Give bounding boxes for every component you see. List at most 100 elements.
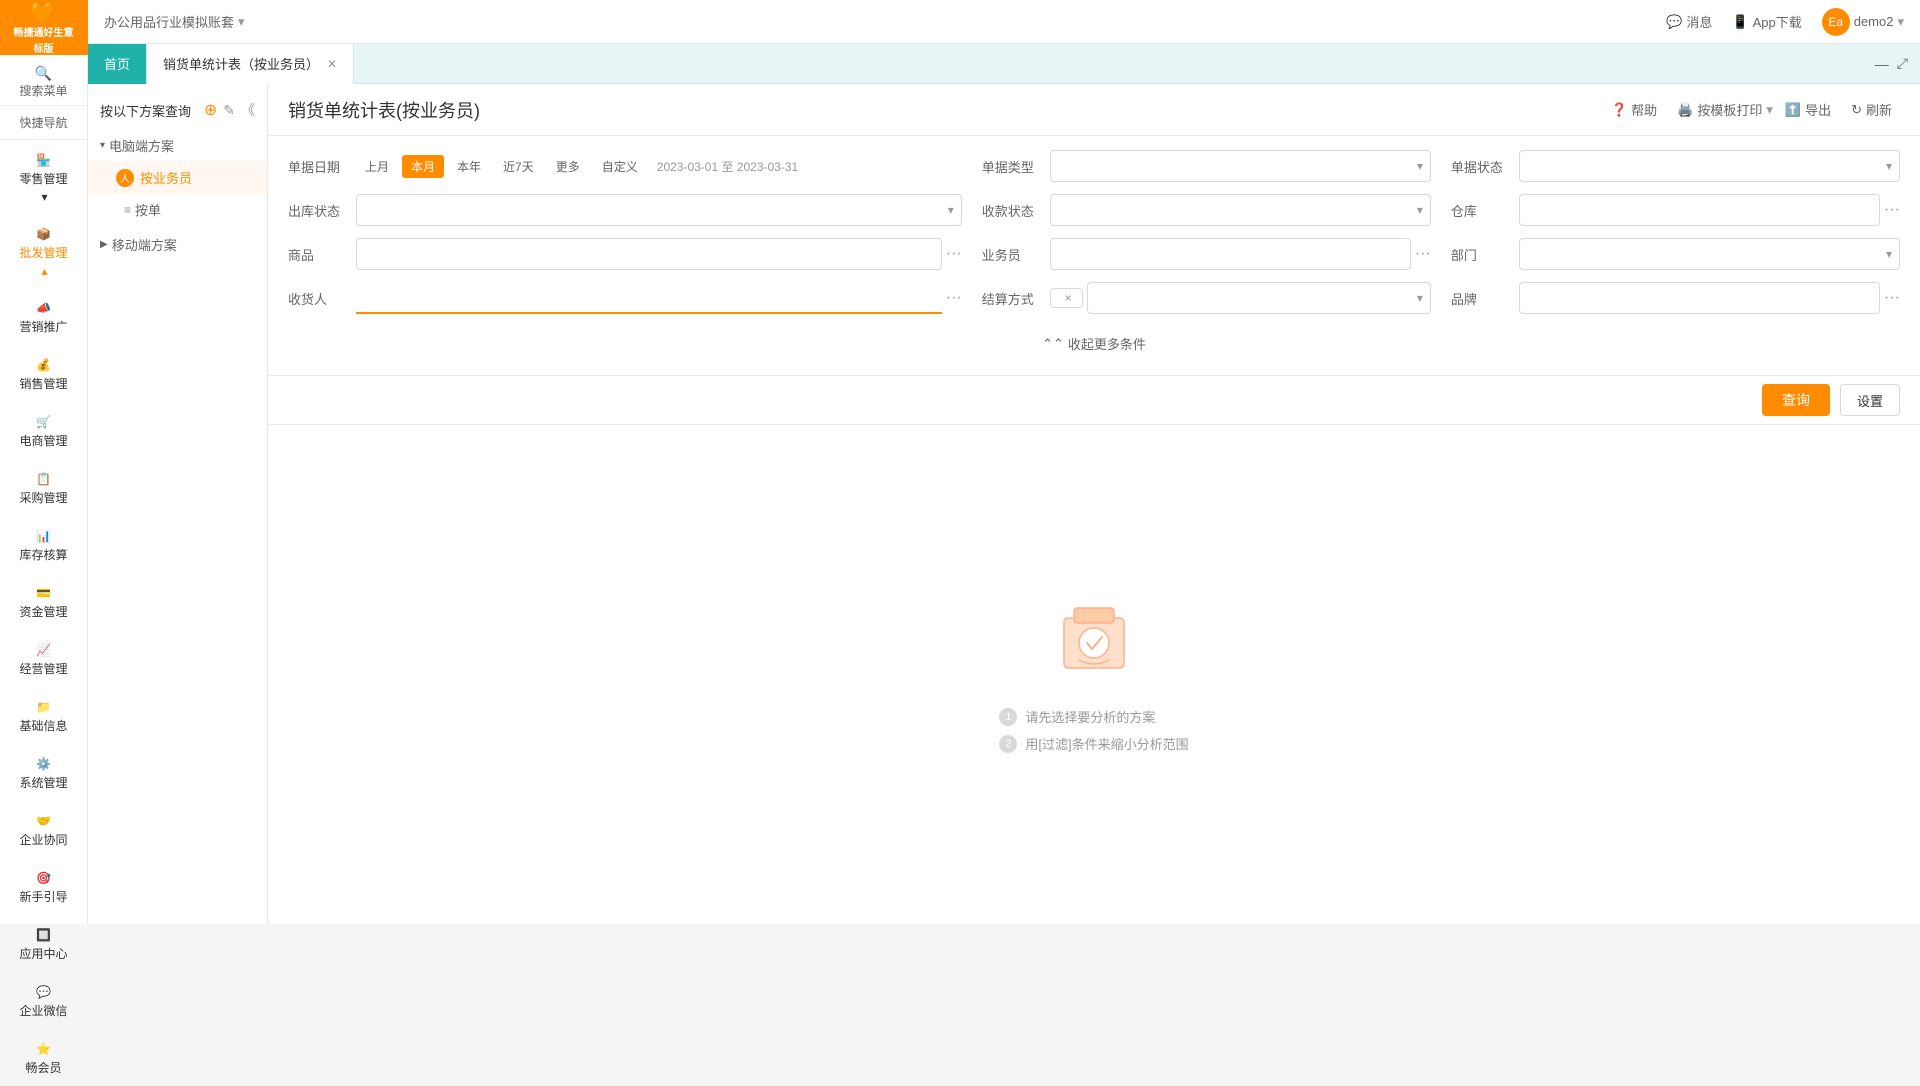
brand-label: 品牌 [1451, 289, 1511, 308]
message-icon: 💬 [1666, 14, 1682, 30]
settings-button[interactable]: 设置 [1840, 384, 1900, 416]
desktop-section: ▾ 电脑端方案 人 按业务员 ≡ 按单 [88, 130, 267, 225]
brand-dots[interactable]: ··· [1884, 290, 1900, 306]
export-btn[interactable]: ⬆️ 导出 [1785, 100, 1831, 119]
doc-type-label: 单据类型 [982, 157, 1042, 176]
refresh-btn[interactable]: ↻ 刷新 [1843, 96, 1900, 123]
collect-status-select-wrap [1050, 194, 1431, 226]
enterprise-label: 企业协同 [19, 831, 67, 848]
mobile-section: ▶ 移动端方案 [88, 229, 267, 260]
tabs-extra: — ⤢ [1875, 55, 1920, 72]
account-name: 办公用品行业模拟账套 [104, 12, 234, 31]
content-area: 按以下方案查询 ⊕ ✎ 《 ▾ 电脑端方案 人 按业务员 ≡ 按 [88, 84, 1920, 924]
date-tab-last7[interactable]: 近7天 [494, 155, 543, 178]
user-menu[interactable]: Ea demo2 ▾ [1822, 8, 1904, 36]
sidebar-search[interactable]: 🔍 搜索菜单 [0, 55, 87, 106]
salesperson-dots[interactable]: ··· [1415, 246, 1431, 262]
add-scheme-btn[interactable]: ⊕ [204, 100, 217, 120]
date-tab-last-month[interactable]: 上月 [356, 155, 398, 178]
help-btn[interactable]: ❓ 帮助 [1603, 96, 1665, 123]
sidebar-item-system[interactable]: ⚙️ 系统管理 [0, 744, 87, 801]
tab-minus-icon[interactable]: — [1875, 56, 1889, 72]
app-download-btn[interactable]: 📱 App下载 [1732, 12, 1801, 31]
tab-close-icon[interactable]: ✕ [327, 57, 337, 71]
search-menu-label: 搜索菜单 [19, 82, 67, 99]
collect-status-select[interactable] [1050, 194, 1431, 226]
sidebar-item-inventory[interactable]: 📊 库存核算 [0, 516, 87, 573]
left-panel-title-text: 按以下方案查询 [100, 101, 191, 120]
sidebar-item-operation[interactable]: 📈 经营管理 [0, 630, 87, 687]
marketing-icon: 📣 [36, 301, 51, 315]
tab-expand-icon[interactable]: ⤢ [1897, 55, 1908, 72]
wholesale-label: 批发管理 [19, 244, 67, 261]
collapse-btn[interactable]: ⌃⌃ 收起更多条件 [288, 326, 1900, 361]
wechat-icon: 💬 [36, 985, 51, 999]
date-tab-this-month[interactable]: 本月 [402, 155, 444, 178]
filter-section: 单据日期 上月 本月 本年 近7天 更多 自定义 20 [268, 136, 1920, 376]
mobile-section-header[interactable]: ▶ 移动端方案 [88, 229, 267, 260]
goods-dots[interactable]: ··· [946, 246, 962, 262]
goods-input[interactable] [356, 238, 942, 270]
system-label: 系统管理 [19, 774, 67, 791]
sidebar-item-finance[interactable]: 💳 资金管理 [0, 573, 87, 630]
filter-dept: 部门 [1451, 238, 1900, 270]
empty-step-2: 2 用[过滤]条件来缩小分析范围 [999, 734, 1188, 753]
tab-home[interactable]: 首页 [88, 44, 147, 84]
dept-select[interactable] [1519, 238, 1900, 270]
sidebar-item-vip[interactable]: ⭐ 畅会员 [0, 1029, 87, 1086]
collapse-panel-btn[interactable]: 《 [241, 100, 255, 120]
account-dropdown[interactable]: 办公用品行业模拟账套 ▾ [104, 12, 245, 31]
out-status-label: 出库状态 [288, 201, 348, 220]
filter-row-3: 商品 ··· 业务员 ··· 部门 [288, 238, 1900, 270]
sidebar-item-marketing[interactable]: 📣 营销推广 [0, 288, 87, 345]
wholesale-arrow: ▴ [41, 264, 47, 278]
sidebar-item-enterprise[interactable]: 🤝 企业协同 [0, 801, 87, 858]
doc-status-select[interactable] [1519, 150, 1900, 182]
sidebar-item-sales[interactable]: 💰 销售管理 [0, 345, 87, 402]
date-filter: 上月 本月 本年 近7天 更多 自定义 2023-03-01 至 2023-03… [356, 155, 962, 178]
retail-arrow: ▾ [41, 190, 47, 204]
date-tab-this-year[interactable]: 本年 [448, 155, 490, 178]
date-tab-more[interactable]: 更多 [547, 155, 589, 178]
salesperson-input[interactable] [1050, 238, 1411, 270]
sidebar-item-purchase[interactable]: 📋 采购管理 [0, 459, 87, 516]
message-btn[interactable]: 💬 消息 [1666, 12, 1712, 31]
mobile-arrow-icon: ▶ [100, 239, 108, 250]
sidebar-item-newbie[interactable]: 🎯 新手引导 [0, 858, 87, 915]
ecommerce-icon: 🛒 [36, 415, 51, 429]
salesperson-label: 业务员 [982, 245, 1042, 264]
consignee-dots[interactable]: ··· [946, 290, 962, 306]
sidebar-item-ecommerce[interactable]: 🛒 电商管理 [0, 402, 87, 459]
scheme-by-salesperson[interactable]: 人 按业务员 [88, 161, 267, 194]
app-download-label: App下载 [1753, 12, 1802, 31]
filter-consignee: 收货人 ··· [288, 282, 962, 314]
filter-goods: 商品 ··· [288, 238, 962, 270]
tab-sales-stat[interactable]: 销货单统计表（按业务员） ✕ [147, 44, 354, 84]
warehouse-input[interactable] [1519, 194, 1880, 226]
scheme-by-order[interactable]: ≡ 按单 [88, 194, 267, 225]
sidebar-item-wechat[interactable]: 💬 企业微信 [0, 972, 87, 1029]
sidebar-item-retail[interactable]: 🏪 零售管理 ▾ [0, 140, 87, 214]
date-tab-custom[interactable]: 自定义 [593, 155, 647, 178]
sidebar-item-basic[interactable]: 📁 基础信息 [0, 687, 87, 744]
payment-remove-btn[interactable]: × [1063, 291, 1074, 305]
warehouse-dots[interactable]: ··· [1884, 202, 1900, 218]
filter-row-1: 单据日期 上月 本月 本年 近7天 更多 自定义 20 [288, 150, 1900, 182]
sidebar-item-wholesale[interactable]: 📦 批发管理 ▴ [0, 214, 87, 288]
desktop-section-header[interactable]: ▾ 电脑端方案 [88, 130, 267, 161]
edit-scheme-btn[interactable]: ✎ [223, 102, 235, 119]
date-tabs: 上月 本月 本年 近7天 更多 自定义 [356, 155, 647, 178]
purchase-label: 采购管理 [19, 489, 67, 506]
refresh-icon: ↻ [1851, 102, 1862, 118]
brand-input[interactable] [1519, 282, 1880, 314]
help-icon: ❓ [1611, 102, 1627, 118]
purchase-icon: 📋 [36, 472, 51, 486]
doc-type-select[interactable] [1050, 150, 1431, 182]
left-panel-actions: ⊕ ✎ 《 [204, 100, 255, 120]
logo-icon: 🧡 [30, 0, 57, 26]
consignee-input[interactable] [356, 282, 942, 314]
query-button[interactable]: 查询 [1762, 384, 1830, 416]
out-status-select[interactable] [356, 194, 962, 226]
print-btn[interactable]: 🖨️ 按模板打印 ▾ [1677, 100, 1773, 119]
payment-select[interactable] [1087, 282, 1431, 314]
